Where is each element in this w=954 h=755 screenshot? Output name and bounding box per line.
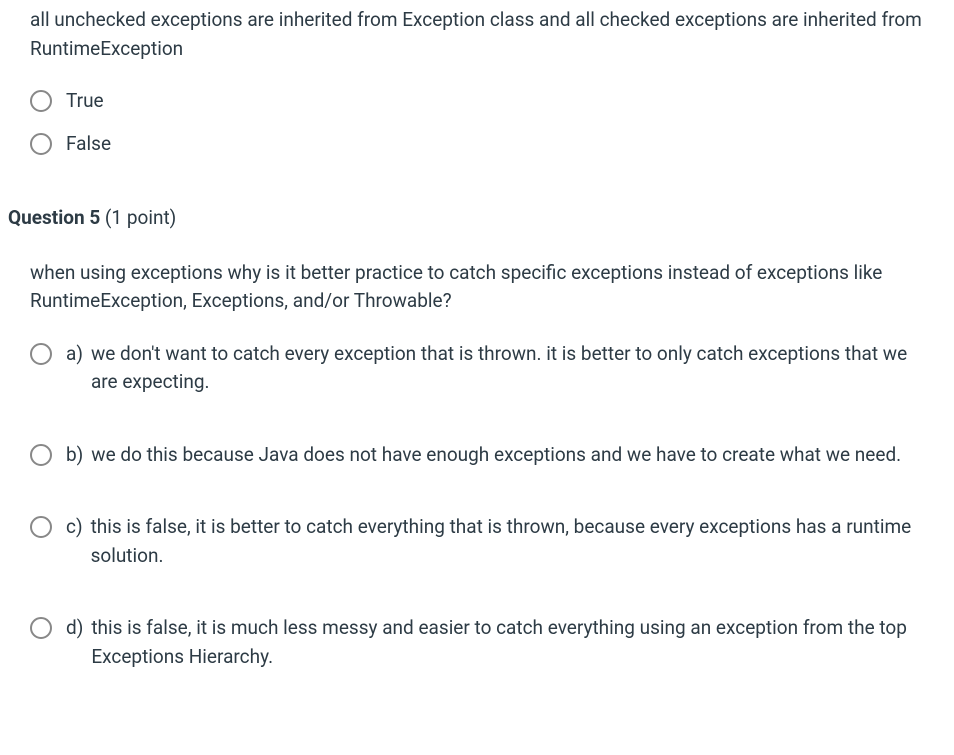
question-4-text: all unchecked exceptions are inherited f… — [0, 0, 954, 87]
option-content: a) we don't want to catch every exceptio… — [66, 340, 924, 397]
radio-icon[interactable] — [30, 617, 52, 639]
option-row-true[interactable]: True — [30, 87, 924, 116]
question-5-block: when using exceptions why is it better p… — [0, 253, 954, 692]
option-text-d: this is false, it is much less messy and… — [91, 614, 924, 671]
option-letter-c: c) — [66, 513, 83, 542]
option-row-a[interactable]: a) we don't want to catch every exceptio… — [30, 340, 924, 397]
question-points: (1 point) — [100, 206, 176, 229]
option-row-b[interactable]: b) we do this because Java does not have… — [30, 441, 924, 470]
option-text-c: this is false, it is better to catch eve… — [91, 513, 924, 570]
option-content: b) we do this because Java does not have… — [66, 441, 924, 470]
option-text-b: we do this because Java does not have en… — [91, 441, 924, 470]
radio-icon[interactable] — [30, 444, 52, 466]
question-4-options: True False — [0, 87, 954, 158]
radio-icon[interactable] — [30, 90, 52, 112]
option-label-true: True — [66, 87, 924, 116]
option-label-false: False — [66, 130, 924, 159]
question-number-label: Question 5 — [8, 206, 100, 229]
question-4-block: all unchecked exceptions are inherited f… — [0, 0, 954, 192]
radio-icon[interactable] — [30, 343, 52, 365]
question-5-text: when using exceptions why is it better p… — [0, 253, 954, 340]
option-letter-b: b) — [66, 441, 83, 470]
option-row-d[interactable]: d) this is false, it is much less messy … — [30, 614, 924, 671]
option-letter-a: a) — [66, 340, 83, 369]
option-letter-d: d) — [66, 614, 83, 643]
option-row-c[interactable]: c) this is false, it is better to catch … — [30, 513, 924, 570]
option-text-a: we don't want to catch every exception t… — [91, 340, 924, 397]
radio-icon[interactable] — [30, 516, 52, 538]
question-5-header: Question 5 (1 point) — [0, 192, 954, 253]
radio-icon[interactable] — [30, 133, 52, 155]
question-5-options: a) we don't want to catch every exceptio… — [0, 340, 954, 672]
option-content: c) this is false, it is better to catch … — [66, 513, 924, 570]
option-content: d) this is false, it is much less messy … — [66, 614, 924, 671]
option-row-false[interactable]: False — [30, 130, 924, 159]
